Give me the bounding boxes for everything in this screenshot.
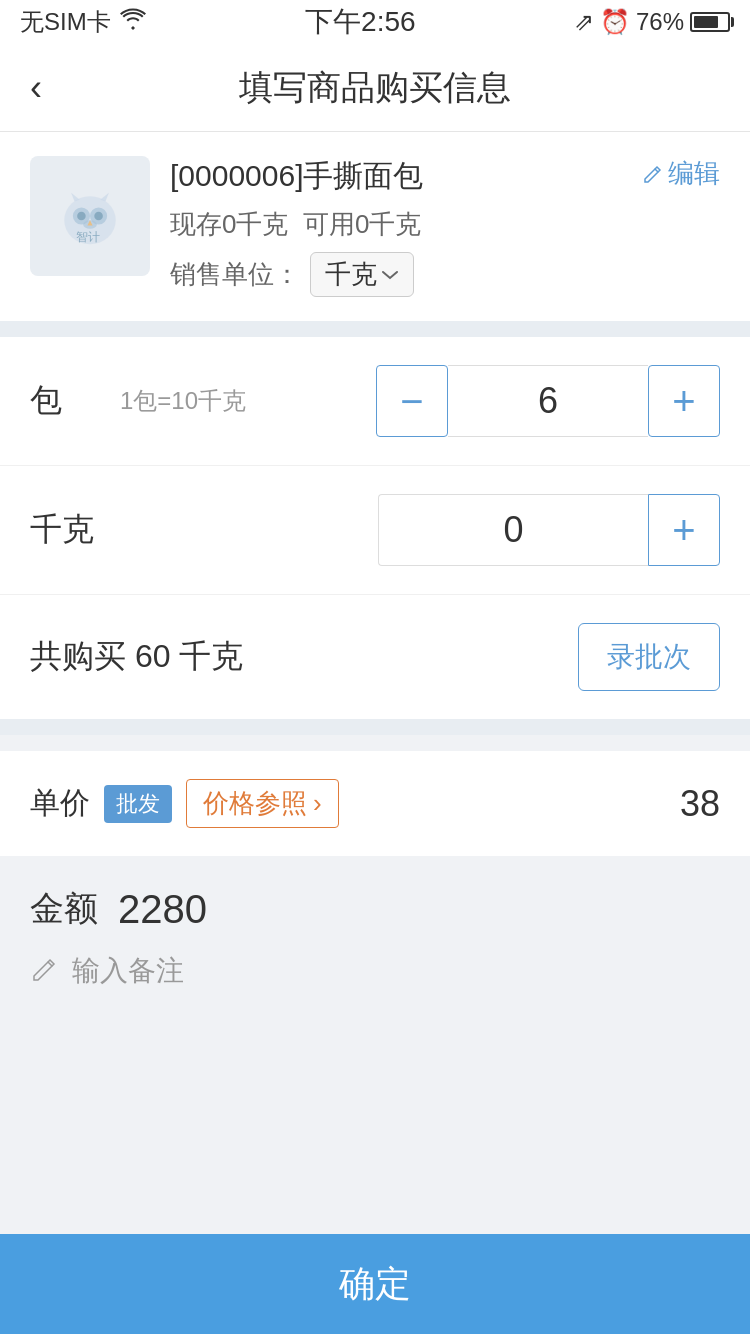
amount-value: 2280 — [118, 887, 207, 932]
alarm-icon: ⏰ — [600, 8, 630, 36]
price-ref-label: 价格参照 — [203, 786, 307, 821]
svg-point-4 — [94, 212, 103, 221]
price-type-tag: 批发 — [104, 785, 172, 823]
pencil-icon — [30, 954, 58, 989]
amount-row: 金额 2280 — [30, 886, 720, 932]
remark-placeholder: 输入备注 — [72, 952, 184, 990]
wifi-icon — [119, 8, 147, 36]
package-qty-input[interactable] — [448, 365, 648, 437]
nav-bar: ‹ 填写商品购买信息 — [0, 44, 750, 132]
product-thumbnail: 智计 — [55, 186, 125, 246]
product-image: 智计 — [30, 156, 150, 276]
product-section: 智计 [0000006]手撕面包 现存0千克 可用0千克 销售单位： 千克 编辑 — [0, 132, 750, 321]
package-increase-button[interactable]: + — [648, 365, 720, 437]
price-section: 单价 批发 价格参照 › 38 — [0, 751, 750, 856]
package-label: 包 — [30, 379, 110, 423]
product-stock: 现存0千克 可用0千克 — [170, 207, 622, 242]
battery-icon — [690, 12, 730, 32]
total-row: 共购买 60 千克 录批次 — [0, 595, 750, 719]
package-row: 包 1包=10千克 − + — [0, 337, 750, 466]
weight-row: 千克 + — [0, 466, 750, 595]
total-summary: 共购买 60 千克 — [30, 635, 243, 679]
package-unit-label: 1包=10千克 — [120, 385, 246, 417]
product-unit: 销售单位： 千克 — [170, 252, 622, 297]
page-title: 填写商品购买信息 — [239, 65, 511, 111]
price-ref-button[interactable]: 价格参照 › — [186, 779, 339, 828]
section-divider-2 — [0, 719, 750, 735]
weight-increase-button[interactable]: + — [648, 494, 720, 566]
remark-row[interactable]: 输入备注 — [30, 952, 720, 990]
amount-section: 金额 2280 输入备注 — [0, 856, 750, 1010]
status-left: 无SIM卡 — [20, 6, 147, 38]
weight-label: 千克 — [30, 508, 110, 552]
battery-percent: 76% — [636, 8, 684, 36]
form-section: 包 1包=10千克 − + 千克 + 共购买 60 千克 录批次 — [0, 337, 750, 719]
confirm-button[interactable]: 确定 — [0, 1234, 750, 1334]
status-bar: 无SIM卡 下午2:56 ⇗ ⏰ 76% — [0, 0, 750, 44]
svg-marker-7 — [71, 193, 80, 202]
amount-label: 金额 — [30, 886, 98, 932]
package-controls: − + — [376, 365, 720, 437]
product-info: [0000006]手撕面包 现存0千克 可用0千克 销售单位： 千克 — [170, 156, 622, 297]
price-label: 单价 — [30, 783, 90, 824]
edit-button[interactable]: 编辑 — [642, 156, 720, 191]
batch-button[interactable]: 录批次 — [578, 623, 720, 691]
product-name: [0000006]手撕面包 — [170, 156, 622, 197]
price-row: 单价 批发 价格参照 › 38 — [0, 751, 750, 856]
svg-point-3 — [77, 212, 86, 221]
weight-qty-input[interactable] — [378, 494, 648, 566]
price-ref-arrow-icon: › — [313, 788, 322, 819]
package-decrease-button[interactable]: − — [376, 365, 448, 437]
price-value: 38 — [680, 783, 720, 825]
carrier-label: 无SIM卡 — [20, 6, 111, 38]
back-button[interactable]: ‹ — [30, 57, 62, 119]
unit-dropdown[interactable]: 千克 — [310, 252, 414, 297]
svg-marker-8 — [100, 193, 109, 202]
location-icon: ⇗ — [574, 8, 594, 36]
status-right: ⇗ ⏰ 76% — [574, 8, 730, 36]
status-time: 下午2:56 — [305, 3, 416, 41]
weight-controls: + — [378, 494, 720, 566]
product-actions: 编辑 — [642, 156, 720, 191]
section-divider-1 — [0, 321, 750, 337]
svg-text:智计: 智计 — [76, 230, 100, 244]
